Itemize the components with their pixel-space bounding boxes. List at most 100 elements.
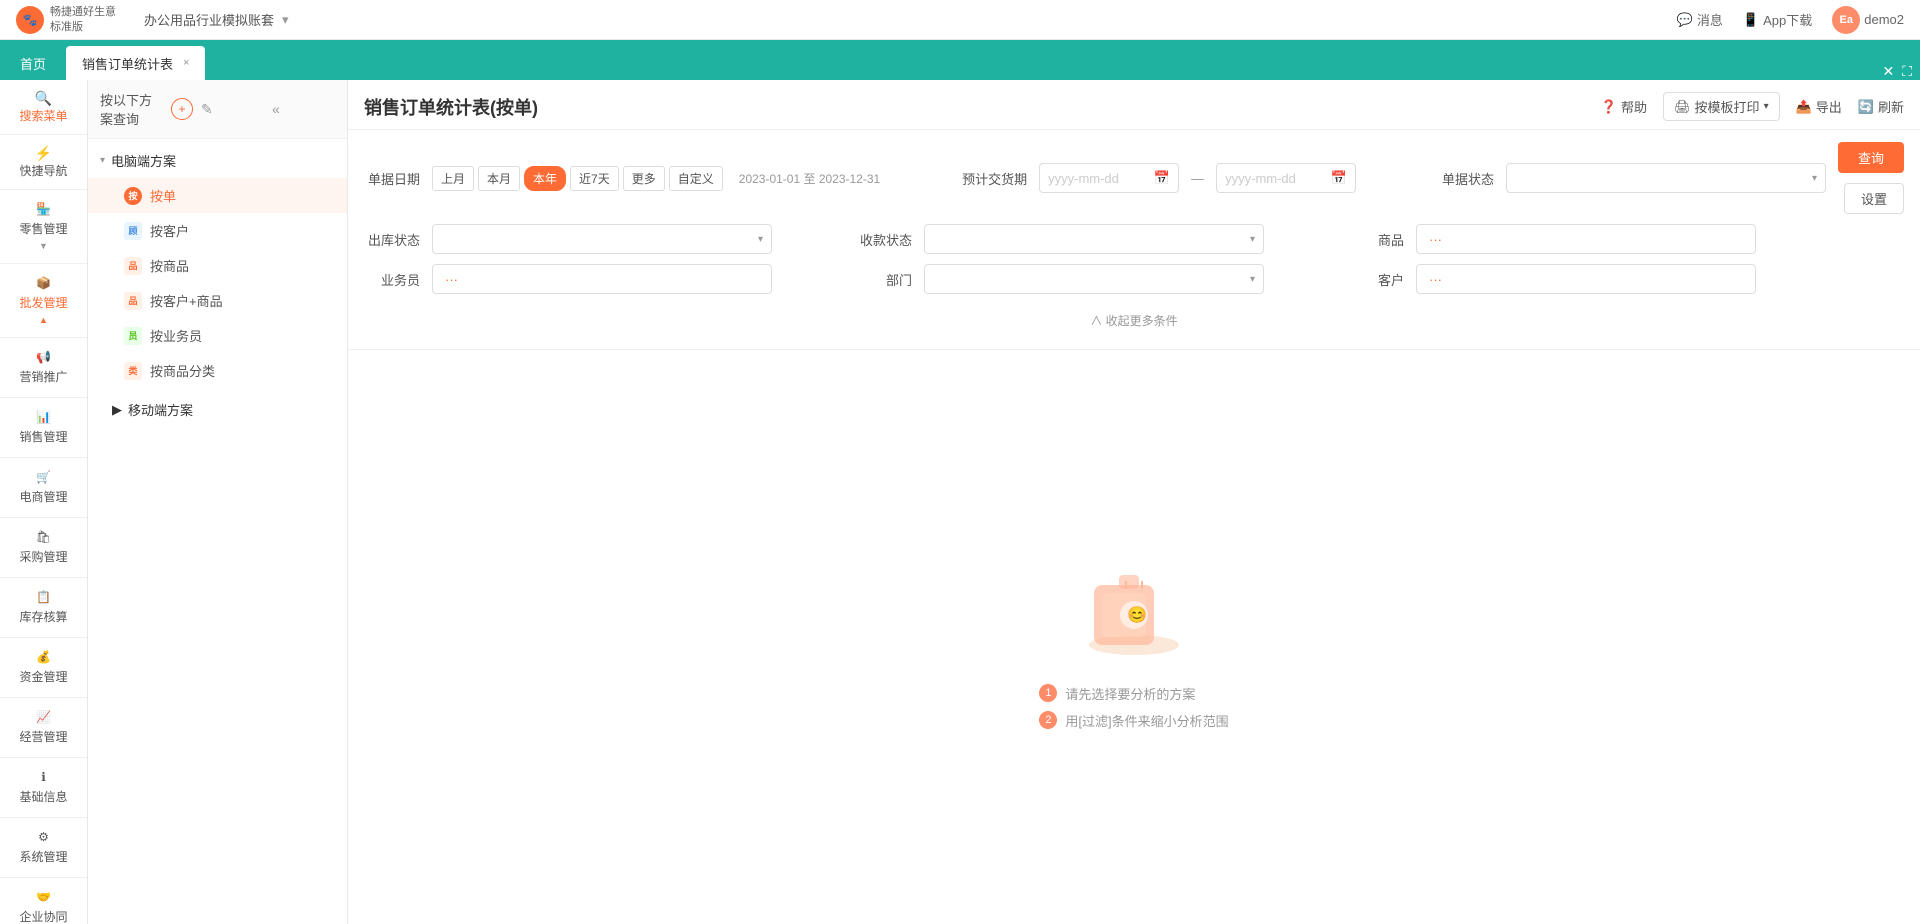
dept-label: 部门 <box>856 270 912 289</box>
scheme-item-by-goods[interactable]: 品 按商品 <box>88 248 347 283</box>
payment-label: 收款状态 <box>856 230 912 249</box>
date-btn-this-month[interactable]: 本月 <box>478 166 520 191</box>
window-expand-icon[interactable]: ⛶ <box>1902 63 1912 80</box>
payment-select-arrow: ▾ <box>1250 234 1255 245</box>
app-icon: 📱 <box>1743 12 1759 28</box>
scheme-category-icon: 类 <box>124 362 142 380</box>
scheme-item-by-customer-goods[interactable]: 品 按客户+商品 <box>88 283 347 318</box>
goods-ellipsis-btn[interactable]: ··· <box>1429 232 1442 247</box>
scheme-cust-goods-icon: 品 <box>124 292 142 310</box>
avatar: Ea <box>1832 6 1860 34</box>
user-menu[interactable]: Ea demo2 <box>1832 6 1904 34</box>
message-btn[interactable]: 💬 消息 <box>1677 10 1723 29</box>
date-btn-7days[interactable]: 近7天 <box>570 166 619 191</box>
top-bar-left: 🐾 畅捷通好生意 标准版 办公用品行业模拟账套 ▾ <box>16 5 289 34</box>
system-dropdown-icon[interactable]: ▾ <box>282 12 289 28</box>
sidebar-item-basic[interactable]: ℹ 基础信息 <box>0 758 87 818</box>
empty-illustration: 😊 <box>1064 545 1204 668</box>
app-download-btn[interactable]: 📱 App下载 <box>1743 10 1812 29</box>
sidebar-item-retail[interactable]: 🏪 零售管理 ▼ <box>0 190 87 264</box>
help-btn[interactable]: ❓ 帮助 <box>1601 97 1647 116</box>
print-icon: 🖨 <box>1674 99 1691 115</box>
collapse-bar[interactable]: ∧ 收起更多条件 <box>364 304 1904 337</box>
logo-icon: 🐾 <box>16 6 44 34</box>
salesman-select[interactable]: ··· <box>432 264 772 294</box>
salesman-label: 业务员 <box>364 270 420 289</box>
empty-steps: 1 请先选择要分析的方案 2 用[过滤]条件来缩小分析范围 <box>1039 684 1228 730</box>
top-bar: 🐾 畅捷通好生意 标准版 办公用品行业模拟账套 ▾ 💬 消息 📱 App下载 E… <box>0 0 1920 40</box>
expected-date-label: 预计交货期 <box>962 169 1027 188</box>
export-icon: 📤 <box>1796 99 1812 115</box>
sidebar-item-purchase[interactable]: 🛍 采购管理 <box>0 518 87 578</box>
sidebar-item-finance[interactable]: 💰 资金管理 <box>0 638 87 698</box>
scheme-group-desktop: ▾ 电脑端方案 按 按单 顾 按客户 品 按商品 品 按客户+商品 <box>88 139 347 392</box>
salesman-ellipsis-btn[interactable]: ··· <box>445 272 458 287</box>
sidebar-item-sales[interactable]: 📊 销售管理 <box>0 398 87 458</box>
scheme-item-by-salesman[interactable]: 员 按业务员 <box>88 318 347 353</box>
customer-select[interactable]: ··· <box>1416 264 1756 294</box>
tab-sales-order-summary[interactable]: 销售订单统计表 × <box>66 46 205 80</box>
scheme-goods-icon: 品 <box>124 257 142 275</box>
page-title: 销售订单统计表(按单) <box>364 94 538 120</box>
add-scheme-btn[interactable]: + <box>171 98 193 120</box>
print-btn[interactable]: 🖨 按模板打印 ▾ <box>1663 92 1780 121</box>
customer-ellipsis-btn[interactable]: ··· <box>1429 272 1442 287</box>
collapse-panel-icon[interactable]: « <box>272 101 335 117</box>
tab-home[interactable]: 首页 <box>4 46 62 80</box>
ecommerce-icon: 🛒 <box>36 470 51 484</box>
date-btn-more[interactable]: 更多 <box>623 166 665 191</box>
sidebar-item-inventory[interactable]: 📋 库存核算 <box>0 578 87 638</box>
scheme-item-by-order[interactable]: 按 按单 <box>88 178 347 213</box>
group-arrow-icon: ▾ <box>100 155 105 166</box>
date-filter-label: 单据日期 <box>364 169 420 188</box>
step-2-num: 2 <box>1039 711 1057 729</box>
page-header: 销售订单统计表(按单) ❓ 帮助 🖨 按模板打印 ▾ 📤 导出 <box>348 80 1920 130</box>
dept-select[interactable]: ▾ <box>924 264 1264 294</box>
marketing-icon: 📢 <box>36 350 51 364</box>
sidebar-item-ecommerce[interactable]: 🛒 电商管理 <box>0 458 87 518</box>
sidebar-quick-nav[interactable]: ⚡ 快捷导航 <box>0 135 87 190</box>
status-select[interactable]: ▾ <box>1506 163 1826 193</box>
goods-select[interactable]: ··· <box>1416 224 1756 254</box>
sidebar-item-wholesale[interactable]: 📦 批发管理 ▲ <box>0 264 87 338</box>
date-btn-this-year[interactable]: 本年 <box>524 166 566 191</box>
filter-row-1: 单据日期 上月 本月 本年 近7天 更多 自定义 2023-01-01 至 20… <box>364 142 1904 214</box>
expected-date-end[interactable]: yyyy-mm-dd 📅 <box>1216 163 1356 193</box>
window-close-icon[interactable]: ✕ <box>1882 63 1894 80</box>
date-btn-last-month[interactable]: 上月 <box>432 166 474 191</box>
finance-icon: 💰 <box>36 650 51 664</box>
expected-date-start[interactable]: yyyy-mm-dd 📅 <box>1039 163 1179 193</box>
edit-scheme-icon[interactable]: ✎ <box>201 101 264 118</box>
content-area: 按以下方案查询 + ✎ « ▾ 电脑端方案 按 按单 顾 按客户 <box>88 80 1920 924</box>
desktop-group-header[interactable]: ▾ 电脑端方案 <box>88 143 347 178</box>
sidebar-item-marketing[interactable]: 📢 营销推广 <box>0 338 87 398</box>
message-icon: 💬 <box>1677 12 1693 28</box>
payment-select[interactable]: ▾ <box>924 224 1264 254</box>
system-title: 办公用品行业模拟账套 <box>144 10 274 29</box>
scheme-customer-icon: 顾 <box>124 222 142 240</box>
step-1-num: 1 <box>1039 684 1057 702</box>
tab-close-icon[interactable]: × <box>183 57 189 69</box>
print-dropdown-icon: ▾ <box>1764 101 1769 112</box>
scheme-item-by-customer[interactable]: 顾 按客户 <box>88 213 347 248</box>
svg-text:😊: 😊 <box>1127 606 1147 624</box>
date-btn-custom[interactable]: 自定义 <box>669 166 723 191</box>
scheme-item-by-category[interactable]: 类 按商品分类 <box>88 353 347 388</box>
filter-row-3: 业务员 ··· 部门 ▾ 客户 ··· <box>364 264 1904 294</box>
sidebar-item-system[interactable]: ⚙ 系统管理 <box>0 818 87 878</box>
dept-select-arrow: ▾ <box>1250 274 1255 285</box>
sidebar-item-operations[interactable]: 📈 经营管理 <box>0 698 87 758</box>
mobile-group-header[interactable]: ▶ 移动端方案 <box>88 392 347 427</box>
sidebar-item-collaboration[interactable]: 🤝 企业协同 <box>0 878 87 924</box>
query-button[interactable]: 查询 <box>1838 142 1904 173</box>
wholesale-icon: 📦 <box>36 276 51 290</box>
refresh-btn[interactable]: 🔄 刷新 <box>1858 97 1904 116</box>
settings-button[interactable]: 设置 <box>1844 183 1904 214</box>
delivery-select[interactable]: ▾ <box>432 224 772 254</box>
status-filter-label: 单据状态 <box>1438 169 1494 188</box>
logo-area: 🐾 畅捷通好生意 标准版 <box>16 5 116 34</box>
basic-icon: ℹ <box>41 770 46 784</box>
sidebar-search-menu[interactable]: 🔍 搜索菜单 <box>0 80 87 135</box>
right-main: 销售订单统计表(按单) ❓ 帮助 🖨 按模板打印 ▾ 📤 导出 <box>348 80 1920 924</box>
export-btn[interactable]: 📤 导出 <box>1796 97 1842 116</box>
